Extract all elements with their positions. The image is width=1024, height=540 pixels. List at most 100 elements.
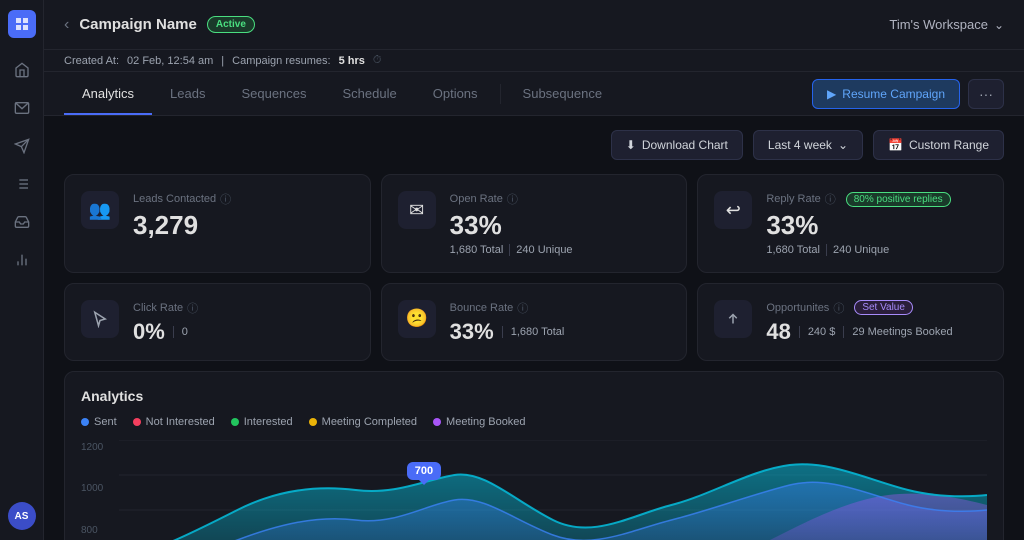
main-content: ‹ Campaign Name Active Tim's Workspace ⌄… bbox=[44, 0, 1024, 540]
open-rate-info: Open Rate ⓘ 33% 1,680 Total 240 Unique bbox=[450, 191, 671, 256]
sidebar: AS bbox=[0, 0, 44, 540]
reply-total: 1,680 Total bbox=[766, 244, 820, 256]
legend-not-interested: Not Interested bbox=[133, 416, 215, 428]
bounce-rate-value: 33% bbox=[450, 320, 494, 344]
created-label: Created At: bbox=[64, 55, 119, 67]
opp-dollars: 240 $ bbox=[808, 326, 836, 338]
open-unique: 240 Unique bbox=[516, 244, 572, 256]
info-icon-reply: ⓘ bbox=[825, 191, 836, 207]
open-total: 1,680 Total bbox=[450, 244, 504, 256]
legend-dot-interested bbox=[231, 418, 239, 426]
campaign-name: Campaign Name bbox=[79, 16, 197, 33]
sidebar-item-home[interactable] bbox=[6, 54, 38, 86]
tab-analytics[interactable]: Analytics bbox=[64, 72, 152, 115]
stats-row-2: Click Rate ⓘ 0% 0 😕 Bounce Rate ⓘ bbox=[64, 283, 1004, 361]
open-rate-icon: ✉ bbox=[398, 191, 436, 229]
reply-rate-label: Reply Rate bbox=[766, 193, 820, 205]
reply-rate-meta: 1,680 Total 240 Unique bbox=[766, 244, 987, 256]
legend-dot-sent bbox=[81, 418, 89, 426]
info-icon-open: ⓘ bbox=[507, 191, 518, 207]
tab-sequences[interactable]: Sequences bbox=[223, 72, 324, 115]
custom-range-button[interactable]: 📅 Custom Range bbox=[873, 130, 1004, 160]
click-count: 0 bbox=[182, 326, 188, 338]
chart-legend: Sent Not Interested Interested Meeting C… bbox=[81, 416, 987, 428]
chart-svg bbox=[119, 440, 987, 540]
opportunities-label: Opportunites bbox=[766, 302, 829, 314]
legend-meeting-booked: Meeting Booked bbox=[433, 416, 526, 428]
sidebar-item-analytics[interactable] bbox=[6, 244, 38, 276]
play-icon: ▶ bbox=[827, 87, 836, 101]
opportunities-info: Opportunites ⓘ Set Value 48 240 $ 29 Mee… bbox=[766, 300, 987, 344]
calendar-icon: 📅 bbox=[888, 138, 903, 152]
tab-divider bbox=[500, 84, 501, 104]
positive-replies-badge: 80% positive replies bbox=[846, 192, 951, 207]
open-rate-label: Open Rate bbox=[450, 193, 503, 205]
y-label-1200: 1200 bbox=[81, 442, 115, 453]
stat-card-opportunities: Opportunites ⓘ Set Value 48 240 $ 29 Mee… bbox=[697, 283, 1004, 361]
range-label: Last 4 week bbox=[768, 138, 832, 152]
set-value-badge[interactable]: Set Value bbox=[854, 300, 913, 315]
bounce-rate-label: Bounce Rate bbox=[450, 302, 514, 314]
chart-title: Analytics bbox=[81, 388, 987, 404]
user-avatar[interactable]: AS bbox=[8, 502, 36, 530]
reply-rate-icon: ↩ bbox=[714, 191, 752, 229]
info-icon-opp: ⓘ bbox=[833, 300, 844, 316]
opportunities-value: 48 bbox=[766, 320, 790, 344]
back-button[interactable]: ‹ bbox=[64, 16, 69, 34]
sidebar-logo[interactable] bbox=[8, 10, 36, 38]
analytics-chart-section: Analytics Sent Not Interested Interested… bbox=[64, 371, 1004, 540]
legend-label-interested: Interested bbox=[244, 416, 293, 428]
stat-card-bounce-rate: 😕 Bounce Rate ⓘ 33% 1,680 Total bbox=[381, 283, 688, 361]
resume-campaign-button[interactable]: ▶ Resume Campaign bbox=[812, 79, 960, 109]
stat-card-reply-rate: ↩ Reply Rate ⓘ 80% positive replies 33% … bbox=[697, 174, 1004, 273]
stat-divider bbox=[509, 244, 510, 256]
header-right: Tim's Workspace ⌄ bbox=[889, 17, 1004, 32]
click-rate-label: Click Rate bbox=[133, 302, 183, 314]
opp-divider2 bbox=[843, 326, 844, 338]
sidebar-item-mail[interactable] bbox=[6, 92, 38, 124]
legend-sent: Sent bbox=[81, 416, 117, 428]
resumes-label: Campaign resumes: bbox=[232, 55, 330, 67]
y-label-1000: 1000 bbox=[81, 483, 115, 494]
tab-options[interactable]: Options bbox=[415, 72, 496, 115]
workspace-chevron-icon[interactable]: ⌄ bbox=[994, 18, 1004, 32]
y-label-800: 800 bbox=[81, 525, 115, 536]
stat-card-leads-contacted: 👥 Leads Contacted ⓘ 3,279 bbox=[64, 174, 371, 273]
sidebar-item-send[interactable] bbox=[6, 130, 38, 162]
info-icon-leads: ⓘ bbox=[220, 191, 231, 207]
chart-tooltip: 700 bbox=[407, 462, 441, 480]
bounce-rate-icon: 😕 bbox=[398, 300, 436, 338]
legend-label-sent: Sent bbox=[94, 416, 117, 428]
click-rate-value: 0% bbox=[133, 320, 165, 344]
legend-label-not-interested: Not Interested bbox=[146, 416, 215, 428]
legend-dot-meeting-completed bbox=[309, 418, 317, 426]
sidebar-item-list[interactable] bbox=[6, 168, 38, 200]
tab-schedule[interactable]: Schedule bbox=[325, 72, 415, 115]
leads-contacted-value: 3,279 bbox=[133, 211, 354, 240]
leads-contacted-info: Leads Contacted ⓘ 3,279 bbox=[133, 191, 354, 240]
legend-label-meeting-booked: Meeting Booked bbox=[446, 416, 526, 428]
sub-header-separator: | bbox=[221, 55, 224, 67]
click-rate-info: Click Rate ⓘ 0% 0 bbox=[133, 300, 354, 344]
leads-contacted-icon: 👥 bbox=[81, 191, 119, 229]
created-value: 02 Feb, 12:54 am bbox=[127, 55, 213, 67]
info-icon-click: ⓘ bbox=[187, 300, 198, 316]
nav-tabs: Analytics Leads Sequences Schedule Optio… bbox=[44, 72, 1024, 116]
download-chart-button[interactable]: ⬇ Download Chart bbox=[611, 130, 743, 160]
stat-card-click-rate: Click Rate ⓘ 0% 0 bbox=[64, 283, 371, 361]
opp-meetings: 29 Meetings Booked bbox=[852, 326, 952, 338]
click-divider bbox=[173, 326, 174, 338]
clock-icon: ⏱ bbox=[373, 54, 382, 67]
resumes-value: 5 hrs bbox=[339, 55, 365, 67]
custom-range-label: Custom Range bbox=[909, 138, 989, 152]
more-options-button[interactable]: ··· bbox=[968, 79, 1004, 109]
stat-divider-reply bbox=[826, 244, 827, 256]
open-rate-meta: 1,680 Total 240 Unique bbox=[450, 244, 671, 256]
sidebar-item-inbox[interactable] bbox=[6, 206, 38, 238]
tab-subsequence[interactable]: Subsequence bbox=[505, 72, 621, 115]
date-range-button[interactable]: Last 4 week ⌄ bbox=[753, 130, 863, 160]
bounce-rate-meta: 33% 1,680 Total bbox=[450, 320, 671, 344]
tab-leads[interactable]: Leads bbox=[152, 72, 223, 115]
opp-divider1 bbox=[799, 326, 800, 338]
stats-row-1: 👥 Leads Contacted ⓘ 3,279 ✉ Open Rate ⓘ bbox=[64, 174, 1004, 273]
